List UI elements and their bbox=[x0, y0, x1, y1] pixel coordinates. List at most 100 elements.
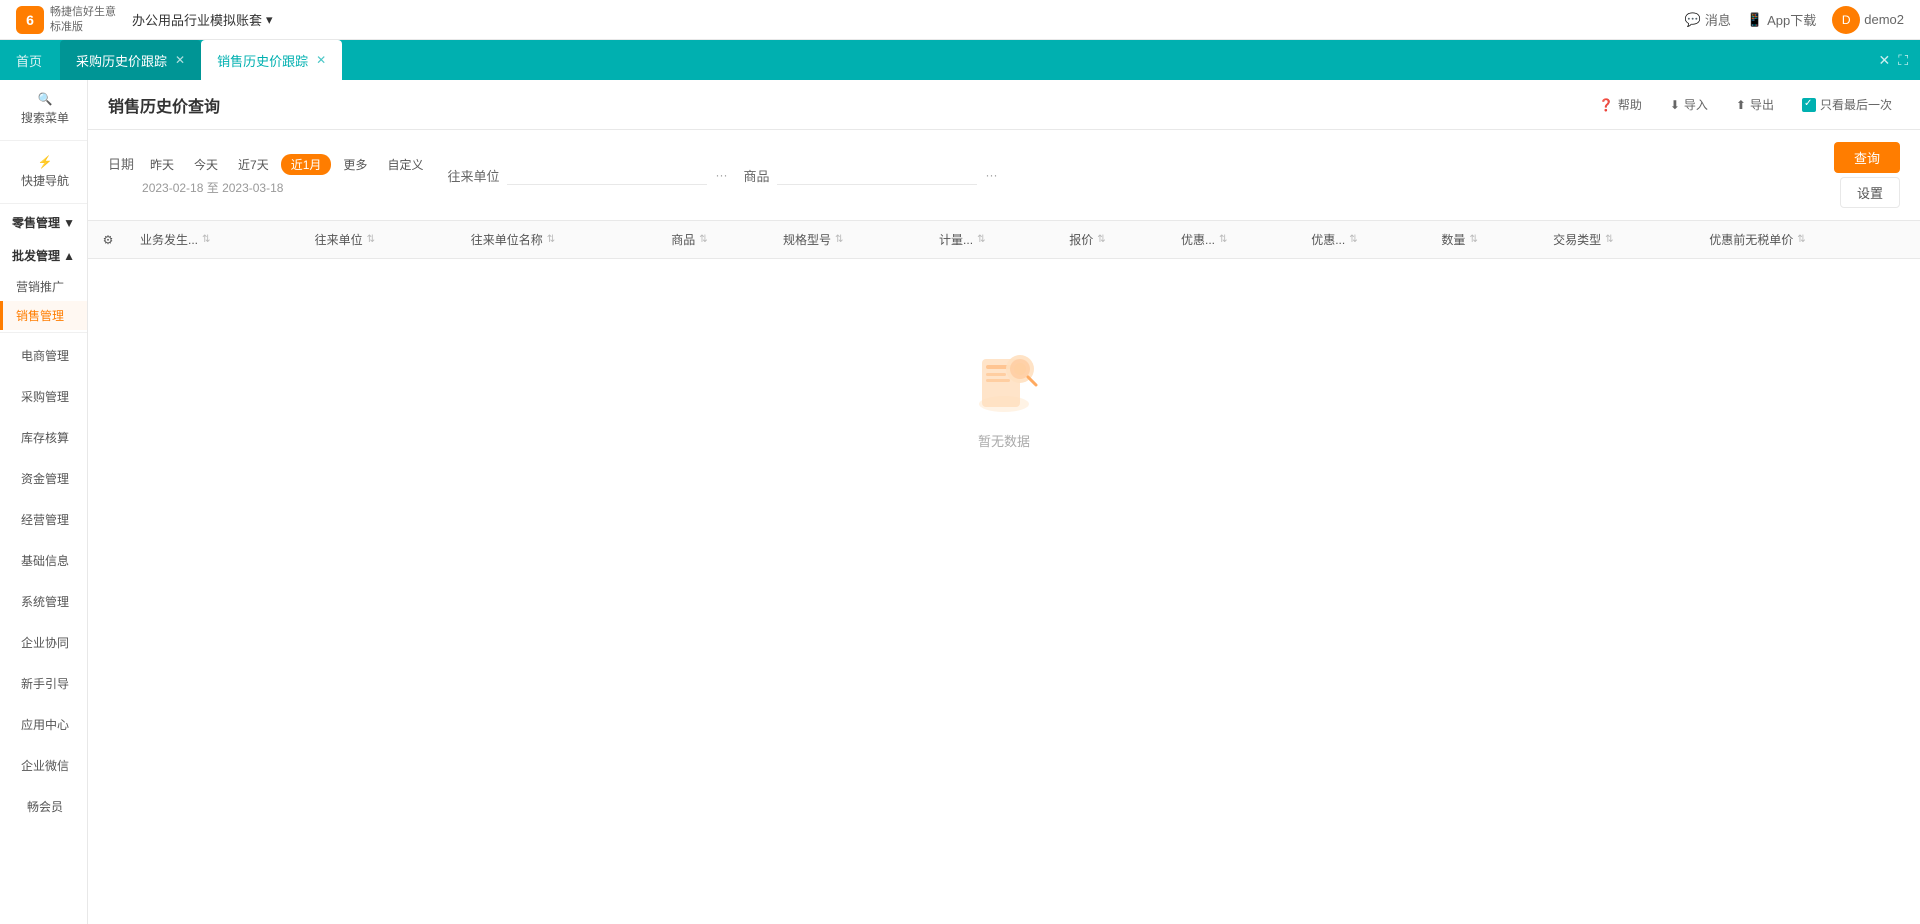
sidebar-divider-2 bbox=[0, 203, 87, 204]
col-price[interactable]: 报价 ⇅ bbox=[1057, 221, 1169, 259]
sort-icon-unit: ⇅ bbox=[977, 234, 985, 245]
expand-icon-retail: ▼ bbox=[63, 216, 75, 230]
col-qty[interactable]: 数量 ⇅ bbox=[1429, 221, 1541, 259]
dropdown-arrow-icon: ▾ bbox=[266, 12, 273, 28]
col-settings[interactable]: ⚙ bbox=[88, 221, 128, 259]
sidebar: 🔍 搜索菜单 ⚡ 快捷导航 零售管理 ▼ 批发管理 ▲ 营销推广 销售管理 电商… bbox=[0, 80, 88, 924]
sort-icon-pretax-price: ⇅ bbox=[1797, 234, 1805, 245]
main-layout: 🔍 搜索菜单 ⚡ 快捷导航 零售管理 ▼ 批发管理 ▲ 营销推广 销售管理 电商… bbox=[0, 80, 1920, 924]
product-filter-group: 商品 ··· bbox=[743, 165, 997, 185]
table-header: ⚙ 业务发生... ⇅ 往来单位 ⇅ bbox=[88, 221, 1920, 259]
tab-sales-history[interactable]: 销售历史价跟踪 ✕ bbox=[201, 40, 342, 80]
col-date[interactable]: 业务发生... ⇅ bbox=[128, 221, 303, 259]
page-header: 销售历史价查询 ❓ 帮助 ⬇ 导入 ⬆ 导出 只看最后一次 bbox=[88, 80, 1920, 130]
empty-icon bbox=[964, 339, 1044, 419]
nav-icon: ⚡ bbox=[38, 155, 53, 169]
sidebar-item-newbie[interactable]: 新手引导 bbox=[0, 663, 87, 704]
sidebar-item-operations[interactable]: 经营管理 bbox=[0, 499, 87, 540]
product-picker-btn[interactable]: ··· bbox=[985, 168, 997, 182]
partner-filter-group: 往来单位 ··· bbox=[447, 165, 727, 185]
sidebar-item-purchase[interactable]: 采购管理 bbox=[0, 376, 87, 417]
partner-input[interactable] bbox=[507, 165, 707, 185]
sidebar-item-apps[interactable]: 应用中心 bbox=[0, 704, 87, 745]
col-trade-type[interactable]: 交易类型 ⇅ bbox=[1541, 221, 1697, 259]
settings-icon: ⚙ bbox=[103, 233, 114, 247]
tab-close-purchase[interactable]: ✕ bbox=[175, 53, 185, 67]
content-area: 销售历史价查询 ❓ 帮助 ⬇ 导入 ⬆ 导出 只看最后一次 bbox=[88, 80, 1920, 924]
tab-close-sales[interactable]: ✕ bbox=[316, 53, 326, 67]
message-icon: 💬 bbox=[1685, 12, 1701, 28]
empty-state: 暂无数据 bbox=[88, 259, 1920, 530]
message-action[interactable]: 💬 消息 bbox=[1685, 10, 1731, 29]
sidebar-divider-3 bbox=[0, 332, 87, 333]
tab-purchase-history[interactable]: 采购历史价跟踪 ✕ bbox=[60, 40, 201, 80]
sidebar-item-member[interactable]: 畅会员 bbox=[0, 786, 87, 827]
date-range-display: 2023-02-18 至 2023-03-18 bbox=[142, 179, 431, 196]
sidebar-item-search[interactable]: 🔍 搜索菜单 bbox=[0, 80, 87, 138]
date-btn-more[interactable]: 更多 bbox=[335, 154, 375, 175]
logo-text: 畅捷信好生意 标准版 bbox=[50, 5, 116, 34]
search-button[interactable]: 查询 bbox=[1834, 142, 1900, 173]
date-btn-custom[interactable]: 自定义 bbox=[379, 154, 431, 175]
expand-icon-wholesale: ▲ bbox=[63, 249, 75, 263]
col-unit[interactable]: 计量... ⇅ bbox=[927, 221, 1057, 259]
col-partner-name[interactable]: 往来单位名称 ⇅ bbox=[459, 221, 660, 259]
fullscreen-button[interactable]: ⛶ bbox=[1898, 52, 1908, 69]
date-filter-group: 日期 昨天 今天 近7天 近1月 更多 自定义 2023-02-18 至 202… bbox=[108, 154, 431, 196]
sort-icon-price: ⇅ bbox=[1097, 234, 1105, 245]
col-discount2[interactable]: 优惠... ⇅ bbox=[1299, 221, 1429, 259]
sidebar-item-ecommerce[interactable]: 电商管理 bbox=[0, 335, 87, 376]
page-title: 销售历史价查询 bbox=[108, 93, 220, 117]
close-all-tabs-button[interactable]: ✕ bbox=[1878, 52, 1890, 69]
date-btn-1month[interactable]: 近1月 bbox=[281, 154, 332, 175]
top-bar-right: 💬 消息 📱 App下载 D demo2 bbox=[1685, 6, 1904, 34]
partner-label: 往来单位 bbox=[447, 166, 499, 185]
sidebar-item-finance[interactable]: 资金管理 bbox=[0, 458, 87, 499]
product-label: 商品 bbox=[743, 166, 769, 185]
col-pretax-price[interactable]: 优惠前无税单价 ⇅ bbox=[1697, 221, 1920, 259]
date-btn-yesterday[interactable]: 昨天 bbox=[142, 154, 182, 175]
sidebar-item-inventory[interactable]: 库存核算 bbox=[0, 417, 87, 458]
date-btn-7days[interactable]: 近7天 bbox=[230, 154, 277, 175]
checkbox-icon bbox=[1802, 98, 1816, 112]
settings-button[interactable]: 设置 bbox=[1840, 177, 1900, 208]
col-partner-code[interactable]: 往来单位 ⇅ bbox=[303, 221, 459, 259]
account-selector[interactable]: 办公用品行业模拟账套 ▾ bbox=[124, 10, 281, 29]
sidebar-item-basic-info[interactable]: 基础信息 bbox=[0, 540, 87, 581]
col-discount1[interactable]: 优惠... ⇅ bbox=[1169, 221, 1299, 259]
import-button[interactable]: ⬇ 导入 bbox=[1662, 92, 1716, 117]
export-button[interactable]: ⬆ 导出 bbox=[1728, 92, 1782, 117]
date-btn-today[interactable]: 今天 bbox=[186, 154, 226, 175]
table-container: ⚙ 业务发生... ⇅ 往来单位 ⇅ bbox=[88, 221, 1920, 924]
logo-icon: 6 bbox=[16, 6, 44, 34]
user-action[interactable]: D demo2 bbox=[1832, 6, 1904, 34]
top-bar: 6 畅捷信好生意 标准版 办公用品行业模拟账套 ▾ 💬 消息 📱 App下载 D… bbox=[0, 0, 1920, 40]
help-button[interactable]: ❓ 帮助 bbox=[1591, 92, 1650, 117]
sidebar-item-system[interactable]: 系统管理 bbox=[0, 581, 87, 622]
logo-area: 6 畅捷信好生意 标准版 bbox=[16, 5, 116, 34]
partner-picker-btn[interactable]: ··· bbox=[715, 168, 727, 182]
app-download-action[interactable]: 📱 App下载 bbox=[1747, 10, 1816, 29]
sidebar-section-wholesale[interactable]: 批发管理 ▲ bbox=[0, 239, 87, 272]
sort-icon-product: ⇅ bbox=[699, 234, 707, 245]
sidebar-sub-sales[interactable]: 销售管理 bbox=[0, 301, 87, 330]
col-product[interactable]: 商品 ⇅ bbox=[659, 221, 771, 259]
help-icon: ❓ bbox=[1599, 98, 1614, 112]
sidebar-item-enterprise[interactable]: 企业协同 bbox=[0, 622, 87, 663]
sidebar-sub-marketing[interactable]: 营销推广 bbox=[0, 272, 87, 301]
table-header-row: ⚙ 业务发生... ⇅ 往来单位 ⇅ bbox=[88, 221, 1920, 259]
tab-home[interactable]: 首页 bbox=[0, 40, 58, 80]
last-only-toggle[interactable]: 只看最后一次 bbox=[1794, 92, 1900, 117]
download-icon: 📱 bbox=[1747, 12, 1763, 28]
sidebar-item-wechat[interactable]: 企业微信 bbox=[0, 745, 87, 786]
sort-icon-partner-name: ⇅ bbox=[547, 234, 555, 245]
import-icon: ⬇ bbox=[1670, 98, 1680, 112]
filter-row-1: 日期 昨天 今天 近7天 近1月 更多 自定义 2023-02-18 至 202… bbox=[108, 142, 1900, 208]
sort-icon-date: ⇅ bbox=[202, 234, 210, 245]
sidebar-section-retail[interactable]: 零售管理 ▼ bbox=[0, 206, 87, 239]
col-spec[interactable]: 规格型号 ⇅ bbox=[771, 221, 927, 259]
sort-icon-spec: ⇅ bbox=[835, 234, 843, 245]
product-input[interactable] bbox=[777, 165, 977, 185]
sidebar-item-quicknav[interactable]: ⚡ 快捷导航 bbox=[0, 143, 87, 201]
sidebar-divider-1 bbox=[0, 140, 87, 141]
